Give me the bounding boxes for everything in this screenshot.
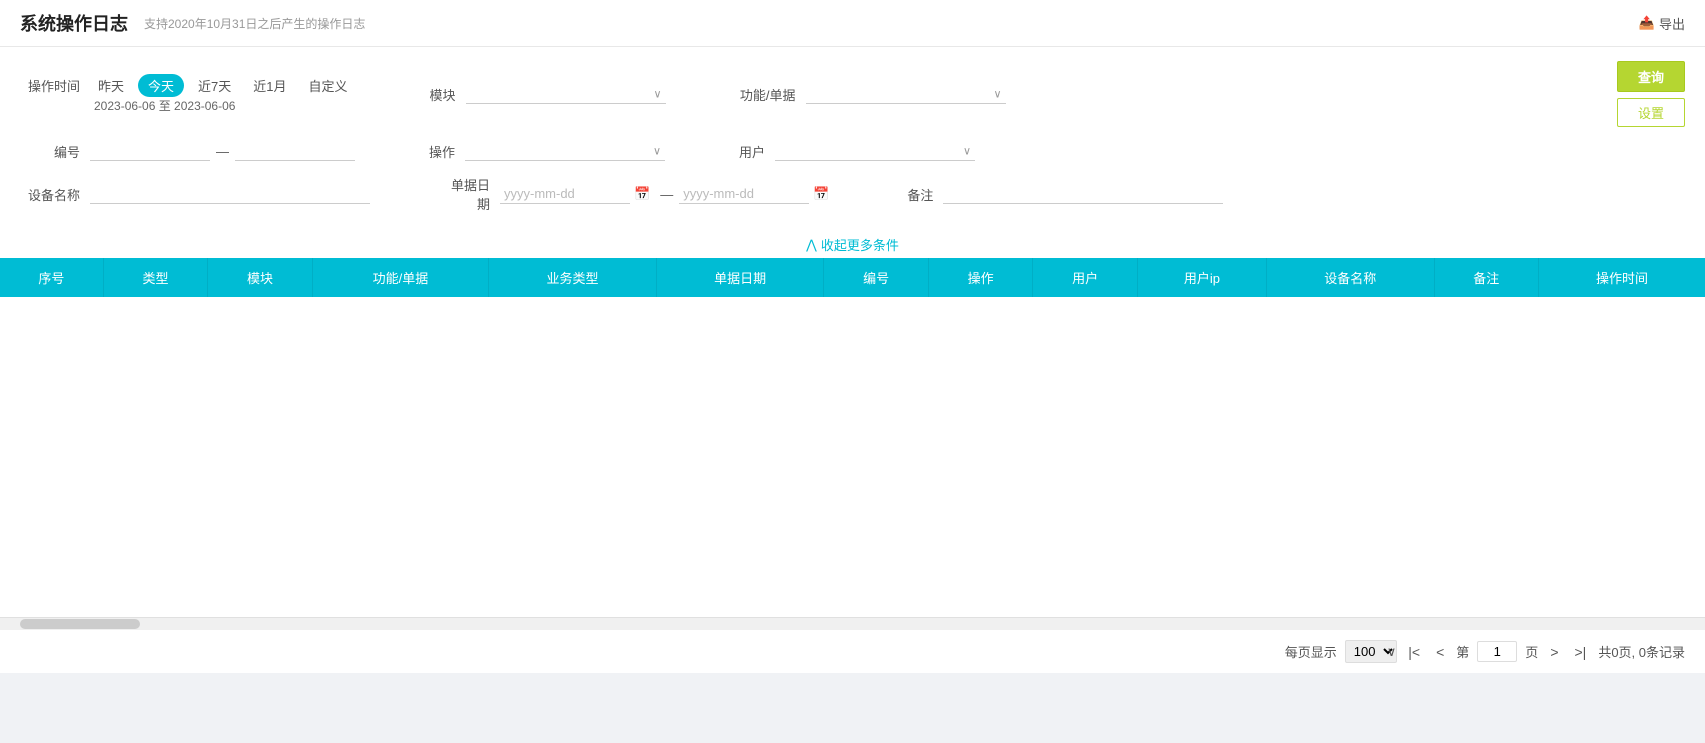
col-optime: 操作时间 xyxy=(1539,258,1705,297)
time-btn-1month[interactable]: 近1月 xyxy=(245,74,294,97)
time-btn-7days[interactable]: 近7天 xyxy=(190,74,239,97)
col-type: 类型 xyxy=(103,258,207,297)
module-select[interactable] xyxy=(466,84,666,104)
time-range-display: 2023-06-06 至 2023-06-06 xyxy=(94,99,235,113)
operation-label: 操作 xyxy=(425,142,465,161)
code-label: 编号 xyxy=(20,142,90,161)
module-select-wrapper xyxy=(466,84,666,104)
remark-label: 备注 xyxy=(903,185,943,204)
user-select[interactable] xyxy=(775,141,975,161)
last-page-button[interactable]: >| xyxy=(1571,642,1591,662)
next-page-button[interactable]: > xyxy=(1546,642,1562,662)
code-filter-group: 编号 — xyxy=(20,141,355,161)
function-select[interactable] xyxy=(806,84,1006,104)
operation-filter-group: 操作 xyxy=(425,141,665,161)
settings-button[interactable]: 设置 xyxy=(1617,98,1685,127)
horizontal-scrollbar[interactable] xyxy=(0,617,1705,629)
prev-page-button[interactable]: < xyxy=(1432,642,1448,662)
date-to-input[interactable] xyxy=(679,184,809,204)
time-btn-custom[interactable]: 自定义 xyxy=(301,74,356,97)
empty-area xyxy=(0,297,1705,617)
code-input-to[interactable] xyxy=(235,141,355,161)
col-remark: 备注 xyxy=(1434,258,1538,297)
col-function: 功能/单据 xyxy=(312,258,488,297)
time-btn-yesterday[interactable]: 昨天 xyxy=(90,74,132,97)
col-module: 模块 xyxy=(208,258,312,297)
operation-select-wrapper xyxy=(465,141,665,161)
date-label: 单据日期 xyxy=(440,175,500,213)
device-filter-group: 设备名称 xyxy=(20,184,370,204)
first-page-button[interactable]: |< xyxy=(1404,642,1424,662)
function-filter-group: 功能/单据 xyxy=(736,84,1006,104)
col-biztype: 业务类型 xyxy=(489,258,657,297)
collapse-icon: ⋀ xyxy=(806,237,817,253)
date-dash: — xyxy=(660,187,673,202)
date-from-input[interactable] xyxy=(500,184,630,204)
time-btn-today[interactable]: 今天 xyxy=(138,74,184,97)
filter-row-1: 操作时间 昨天 今天 近7天 近1月 自定义 2023-06-06 至 2023… xyxy=(20,61,1685,127)
user-label: 用户 xyxy=(735,142,775,161)
collapse-bar[interactable]: ⋀ 收起更多条件 xyxy=(20,227,1685,258)
time-label: 操作时间 xyxy=(20,76,90,95)
remark-input[interactable] xyxy=(943,184,1223,204)
function-select-wrapper xyxy=(806,84,1006,104)
page-size-select[interactable]: 100 20 50 200 xyxy=(1345,640,1397,663)
pagination-bar: 每页显示 100 20 50 200 ∨ |< < 第 页 > >| 共0页, … xyxy=(0,629,1705,673)
total-info: 共0页, 0条记录 xyxy=(1598,642,1685,661)
device-label: 设备名称 xyxy=(20,185,90,204)
code-dash: — xyxy=(216,144,229,159)
collapse-label: 收起更多条件 xyxy=(821,235,899,254)
col-date: 单据日期 xyxy=(656,258,824,297)
table-container: 序号 类型 模块 功能/单据 业务类型 单据日期 编号 操作 用户 用户ip 设… xyxy=(0,258,1705,617)
page-subtitle: 支持2020年10月31日之后产生的操作日志 xyxy=(144,15,365,32)
code-input-from[interactable] xyxy=(90,141,210,161)
page-label: 第 xyxy=(1456,642,1469,661)
data-table: 序号 类型 模块 功能/单据 业务类型 单据日期 编号 操作 用户 用户ip 设… xyxy=(0,258,1705,297)
scrollbar-thumb[interactable] xyxy=(20,619,140,629)
calendar-icon-left[interactable]: 📅 xyxy=(634,186,650,202)
page-number-input[interactable] xyxy=(1477,641,1517,662)
time-buttons: 昨天 今天 近7天 近1月 自定义 xyxy=(90,74,356,97)
query-button[interactable]: 查询 xyxy=(1617,61,1685,92)
page-title: 系统操作日志 xyxy=(20,10,128,36)
page-suffix: 页 xyxy=(1525,642,1538,661)
user-filter-group: 用户 xyxy=(735,141,975,161)
filter-area: 操作时间 昨天 今天 近7天 近1月 自定义 2023-06-06 至 2023… xyxy=(0,47,1705,258)
remark-filter-group: 备注 xyxy=(903,184,1223,204)
col-userip: 用户ip xyxy=(1137,258,1266,297)
export-button[interactable]: 📤 导出 xyxy=(1639,14,1685,33)
device-input[interactable] xyxy=(90,184,370,204)
col-operation: 操作 xyxy=(928,258,1032,297)
module-label: 模块 xyxy=(426,85,466,104)
col-device: 设备名称 xyxy=(1266,258,1434,297)
operation-select[interactable] xyxy=(465,141,665,161)
export-icon: 📤 xyxy=(1639,15,1655,31)
action-buttons: 查询 设置 xyxy=(1617,61,1685,127)
page-header: 系统操作日志 支持2020年10月31日之后产生的操作日志 📤 导出 xyxy=(0,0,1705,47)
module-filter-group: 模块 xyxy=(426,84,666,104)
filter-row-3: 设备名称 单据日期 📅 — 📅 备注 xyxy=(20,175,1685,213)
date-filter-group: 单据日期 📅 — 📅 xyxy=(440,175,833,213)
table-header: 序号 类型 模块 功能/单据 业务类型 单据日期 编号 操作 用户 用户ip 设… xyxy=(0,258,1705,297)
col-index: 序号 xyxy=(0,258,103,297)
filter-row-2: 编号 — 操作 用户 xyxy=(20,141,1685,161)
time-filter-group: 操作时间 昨天 今天 近7天 近1月 自定义 2023-06-06 至 2023… xyxy=(20,74,356,114)
col-code: 编号 xyxy=(824,258,928,297)
page-size-label: 每页显示 xyxy=(1285,642,1337,661)
col-user: 用户 xyxy=(1033,258,1137,297)
calendar-icon-right[interactable]: 📅 xyxy=(813,186,829,202)
user-select-wrapper xyxy=(775,141,975,161)
function-label: 功能/单据 xyxy=(736,85,806,104)
